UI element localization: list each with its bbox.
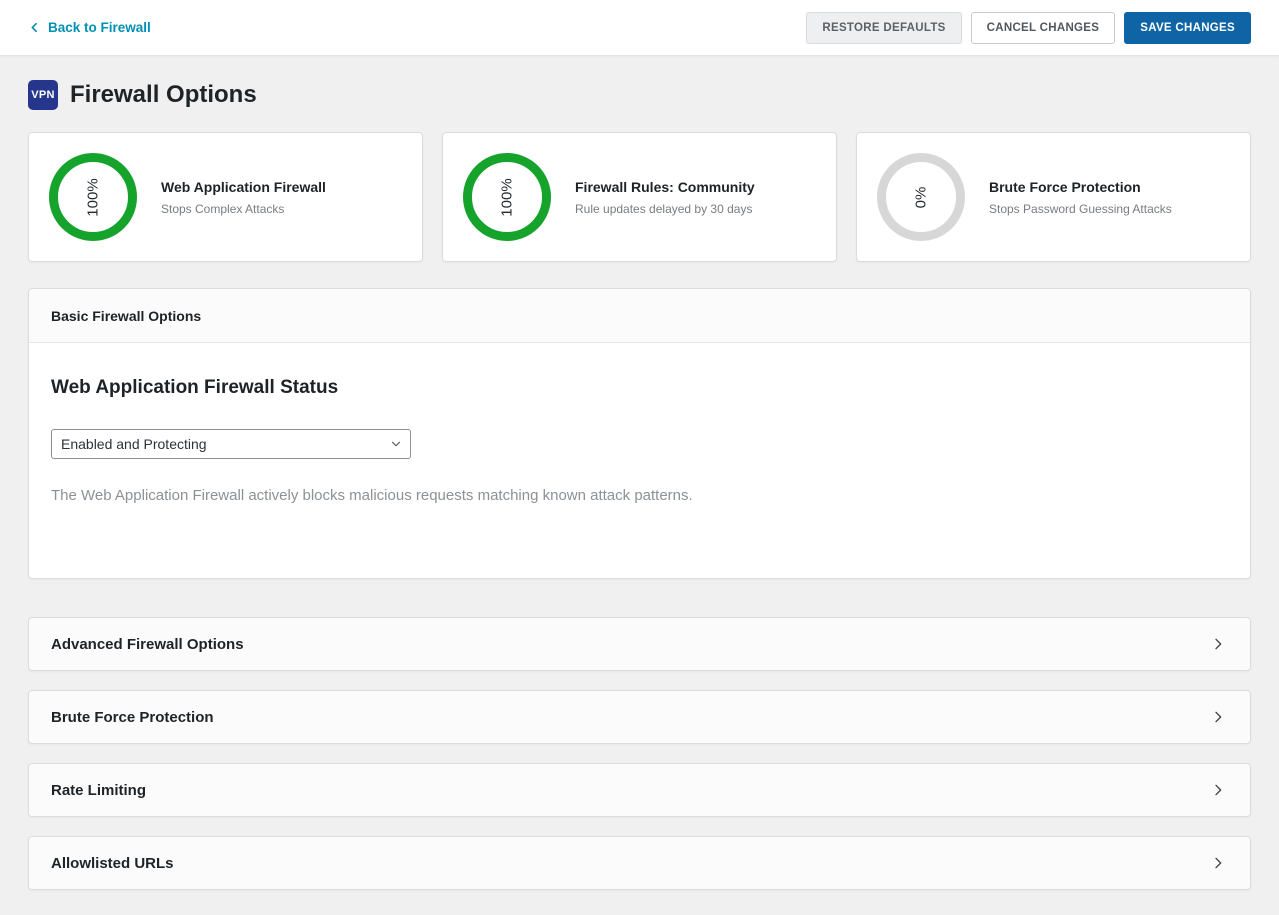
status-card-text: Web Application Firewall Stops Complex A… — [161, 179, 326, 216]
gauge-percent: 100% — [498, 177, 516, 217]
gauge-percent: 0% — [912, 186, 930, 208]
accordion-label: Allowlisted URLs — [51, 854, 174, 872]
accordion-advanced-firewall-options[interactable]: Advanced Firewall Options — [28, 617, 1251, 671]
status-cards-row: 100% Web Application Firewall Stops Comp… — [28, 132, 1251, 262]
topbar: Back to Firewall RESTORE DEFAULTS CANCEL… — [0, 0, 1279, 56]
status-card-title: Web Application Firewall — [161, 178, 326, 195]
accordion-rate-limiting[interactable]: Rate Limiting — [28, 763, 1251, 817]
status-card-subtitle: Stops Complex Attacks — [161, 201, 285, 216]
status-card-title: Brute Force Protection — [989, 178, 1141, 195]
restore-defaults-button[interactable]: RESTORE DEFAULTS — [806, 11, 962, 44]
status-card-text: Firewall Rules: Community Rule updates d… — [575, 179, 755, 216]
waf-status-select[interactable]: Enabled and Protecting — [51, 429, 411, 459]
status-card-text: Brute Force Protection Stops Password Gu… — [989, 179, 1172, 216]
basic-firewall-options-header[interactable]: Basic Firewall Options — [29, 289, 1250, 343]
page-title: Firewall Options — [70, 81, 257, 108]
waf-status-help-text: The Web Application Firewall actively bl… — [51, 487, 693, 504]
status-card-web-application-firewall: 100% Web Application Firewall Stops Comp… — [28, 132, 423, 262]
waf-status-section-title: Web Application Firewall Status — [51, 377, 339, 398]
accordion-brute-force-protection[interactable]: Brute Force Protection — [28, 690, 1251, 744]
accordion-label: Brute Force Protection — [51, 708, 214, 726]
gauge-percent: 100% — [84, 177, 102, 217]
basic-firewall-options-body: Web Application Firewall Status Enabled … — [29, 343, 1250, 578]
status-card-subtitle: Rule updates delayed by 30 days — [575, 201, 753, 216]
page-heading: VPN Firewall Options — [28, 80, 1251, 110]
chevron-right-icon — [1210, 782, 1226, 798]
chevron-right-icon — [1210, 636, 1226, 652]
gauge-ring: 0% — [877, 153, 965, 241]
topbar-actions: RESTORE DEFAULTS CANCEL CHANGES SAVE CHA… — [806, 11, 1251, 44]
chevron-right-icon — [1210, 855, 1226, 871]
status-card-subtitle: Stops Password Guessing Attacks — [989, 201, 1172, 216]
chevron-left-icon — [28, 21, 41, 34]
back-link-label: Back to Firewall — [48, 20, 151, 35]
basic-firewall-options-panel: Basic Firewall Options Web Application F… — [28, 288, 1251, 579]
accordion-allowlisted-urls[interactable]: Allowlisted URLs — [28, 836, 1251, 890]
status-card-firewall-rules: 100% Firewall Rules: Community Rule upda… — [442, 132, 837, 262]
waf-status-select-wrap: Enabled and Protecting — [51, 429, 411, 459]
panel-header-label: Basic Firewall Options — [51, 307, 202, 324]
vpn-badge-icon: VPN — [28, 80, 58, 110]
status-card-title: Firewall Rules: Community — [575, 178, 755, 195]
gauge-ring: 100% — [463, 153, 551, 241]
gauge-ring: 100% — [49, 153, 137, 241]
main-content: VPN Firewall Options 100% Web Applicatio… — [0, 56, 1279, 890]
save-changes-button[interactable]: SAVE CHANGES — [1124, 11, 1251, 44]
accordion-label: Rate Limiting — [51, 781, 147, 799]
cancel-changes-button[interactable]: CANCEL CHANGES — [970, 11, 1116, 44]
status-card-brute-force-protection: 0% Brute Force Protection Stops Password… — [856, 132, 1251, 262]
back-to-firewall-link[interactable]: Back to Firewall — [28, 20, 151, 35]
accordion-label: Advanced Firewall Options — [51, 635, 244, 653]
chevron-right-icon — [1210, 709, 1226, 725]
